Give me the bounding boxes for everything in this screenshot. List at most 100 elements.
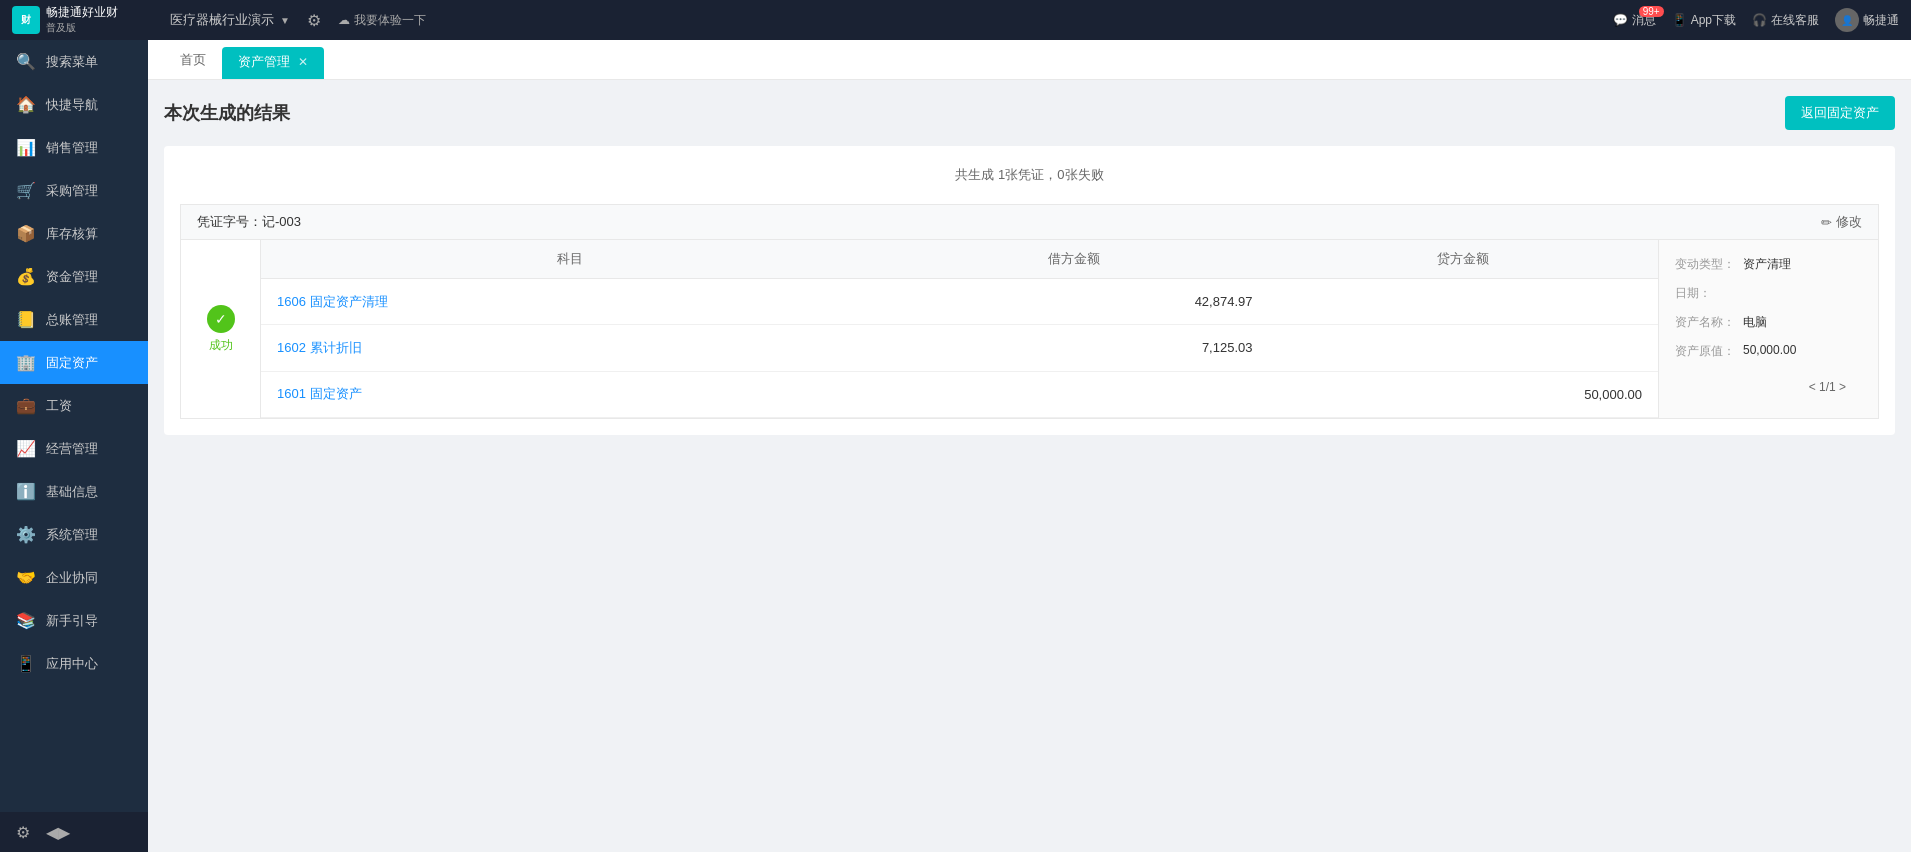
chevron-down-icon: ▼: [280, 15, 290, 26]
sidebar-label-app-center: 应用中心: [46, 655, 98, 673]
sidebar-label-cooperation: 企业协同: [46, 569, 98, 587]
change-type-label: 变动类型：: [1675, 256, 1735, 273]
row2-credit: [1268, 325, 1658, 371]
voucher-block: 凭证字号：记-003 ✏ 修改 ✓ 成功: [180, 204, 1879, 419]
pagination[interactable]: < 1/1 >: [1675, 372, 1862, 402]
main-layout: 🔍 搜索菜单 🏠 快捷导航 📊 销售管理 🛒 采购管理 📦 库存核算 💰: [0, 40, 1911, 852]
sidebar-item-operations[interactable]: 📈 经营管理: [0, 427, 148, 470]
purchase-icon: 🛒: [16, 181, 36, 200]
voucher-info-panel: 变动类型： 资产清理 日期： 资产名称： 电脑: [1658, 240, 1878, 418]
voucher-container: ✓ 成功 科目 借方金额 贷方金额: [181, 240, 1878, 418]
fixed-assets-icon: 🏢: [16, 353, 36, 372]
date-label: 日期：: [1675, 285, 1711, 302]
app-download-label: App下载: [1691, 12, 1736, 29]
settings-icon[interactable]: ⚙: [300, 6, 328, 34]
sidebar-label-finance: 资金管理: [46, 268, 98, 286]
voucher-table: 科目 借方金额 贷方金额 1606 固定资产清理 42,874.97: [261, 240, 1658, 418]
cloud-icon: ☁: [338, 13, 350, 27]
row2-subject: 1602 累计折旧: [261, 325, 879, 371]
ledger-icon: 📒: [16, 310, 36, 329]
return-button[interactable]: 返回固定资产: [1785, 96, 1895, 130]
asset-value-value: 50,000.00: [1743, 343, 1796, 360]
row3-subject: 1601 固定资产: [261, 371, 879, 417]
sidebar-label-fixed-assets: 固定资产: [46, 354, 98, 372]
info-date: 日期：: [1675, 285, 1862, 302]
messages-button[interactable]: 💬 消息 99+: [1613, 12, 1656, 29]
page-content: 本次生成的结果 返回固定资产 共生成 1张凭证，0张失败 凭证字号：记-003 …: [148, 80, 1911, 852]
info-asset-name: 资产名称： 电脑: [1675, 314, 1862, 331]
info-icon: ℹ️: [16, 482, 36, 501]
sidebar-label-system: 系统管理: [46, 526, 98, 544]
table-row: 1602 累计折旧 7,125.03: [261, 325, 1658, 371]
mobile-icon: 📱: [1672, 13, 1687, 27]
sidebar-label-basic-info: 基础信息: [46, 483, 98, 501]
collapse-icon[interactable]: ◀▶: [46, 823, 70, 842]
finance-icon: 💰: [16, 267, 36, 286]
sidebar-item-payroll[interactable]: 💼 工资: [0, 384, 148, 427]
sidebar-item-finance[interactable]: 💰 资金管理: [0, 255, 148, 298]
app-download-button[interactable]: 📱 App下载: [1672, 12, 1736, 29]
table-row: 1606 固定资产清理 42,874.97: [261, 279, 1658, 325]
sidebar-item-cooperation[interactable]: 🤝 企业协同: [0, 556, 148, 599]
company-selector[interactable]: 医疗器械行业演示 ▼: [170, 11, 290, 29]
sidebar-item-inventory[interactable]: 📦 库存核算: [0, 212, 148, 255]
edit-label: 修改: [1836, 213, 1862, 231]
row3-debit: [879, 371, 1269, 417]
sidebar-item-fixed-assets[interactable]: 🏢 固定资产: [0, 341, 148, 384]
sidebar-item-sales[interactable]: 📊 销售管理: [0, 126, 148, 169]
row1-debit: 42,874.97: [879, 279, 1269, 325]
table-row: 1601 固定资产 50,000.00: [261, 371, 1658, 417]
sidebar-item-quick-nav[interactable]: 🏠 快捷导航: [0, 83, 148, 126]
sidebar-bottom: ⚙ ◀▶: [0, 812, 148, 852]
sidebar-label-quick-nav: 快捷导航: [46, 96, 98, 114]
settings-bottom-icon[interactable]: ⚙: [16, 823, 30, 842]
user-name: 畅捷通: [1863, 12, 1899, 29]
sidebar-item-purchase[interactable]: 🛒 采购管理: [0, 169, 148, 212]
system-icon: ⚙️: [16, 525, 36, 544]
result-panel: 共生成 1张凭证，0张失败 凭证字号：记-003 ✏ 修改: [164, 146, 1895, 435]
experience-label: 我要体验一下: [354, 12, 426, 29]
asset-name-label: 资产名称：: [1675, 314, 1735, 331]
sidebar-label-search: 搜索菜单: [46, 53, 98, 71]
user-profile[interactable]: 👤 畅捷通: [1835, 8, 1899, 32]
online-service-button[interactable]: 🎧 在线客服: [1752, 12, 1819, 29]
tab-close-icon[interactable]: ✕: [298, 55, 308, 69]
tab-bar: 首页 资产管理 ✕: [148, 40, 1911, 80]
sidebar-item-basic-info[interactable]: ℹ️ 基础信息: [0, 470, 148, 513]
experience-button[interactable]: ☁ 我要体验一下: [338, 12, 426, 29]
sidebar-item-app-center[interactable]: 📱 应用中心: [0, 642, 148, 685]
edit-icon: ✏: [1821, 215, 1832, 230]
payroll-icon: 💼: [16, 396, 36, 415]
status-column: ✓ 成功: [181, 240, 261, 418]
sidebar-item-guide[interactable]: 📚 新手引导: [0, 599, 148, 642]
success-text: 成功: [209, 337, 233, 354]
change-type-value: 资产清理: [1743, 256, 1791, 273]
col-debit: 借方金额: [879, 240, 1269, 279]
col-subject: 科目: [261, 240, 879, 279]
result-summary: 共生成 1张凭证，0张失败: [164, 146, 1895, 204]
sidebar-item-system[interactable]: ⚙️ 系统管理: [0, 513, 148, 556]
content-area: 首页 资产管理 ✕ 本次生成的结果 返回固定资产 共生成 1张凭证，0张失败 凭…: [148, 40, 1911, 852]
asset-name-value: 电脑: [1743, 314, 1767, 331]
tab-asset-management[interactable]: 资产管理 ✕: [222, 47, 324, 79]
app-name: 畅捷通好业财: [46, 5, 118, 21]
voucher-id: 凭证字号：记-003: [197, 213, 301, 231]
sidebar-label-sales: 销售管理: [46, 139, 98, 157]
row1-credit: [1268, 279, 1658, 325]
sales-icon: 📊: [16, 138, 36, 157]
home-icon: 🏠: [16, 95, 36, 114]
sidebar-item-search[interactable]: 🔍 搜索菜单: [0, 40, 148, 83]
tab-home[interactable]: 首页: [164, 43, 222, 79]
success-icon: ✓: [207, 305, 235, 333]
voucher-header: 凭证字号：记-003 ✏ 修改: [181, 205, 1878, 240]
logo-area: 财 畅捷通好业财 普及版: [12, 5, 160, 35]
tab-home-label: 首页: [180, 52, 206, 67]
sidebar-item-ledger[interactable]: 📒 总账管理: [0, 298, 148, 341]
avatar: 👤: [1835, 8, 1859, 32]
row2-debit: 7,125.03: [879, 325, 1269, 371]
operations-icon: 📈: [16, 439, 36, 458]
inventory-icon: 📦: [16, 224, 36, 243]
app-center-icon: 📱: [16, 654, 36, 673]
edit-button[interactable]: ✏ 修改: [1821, 213, 1862, 231]
app-version: 普及版: [46, 21, 118, 35]
